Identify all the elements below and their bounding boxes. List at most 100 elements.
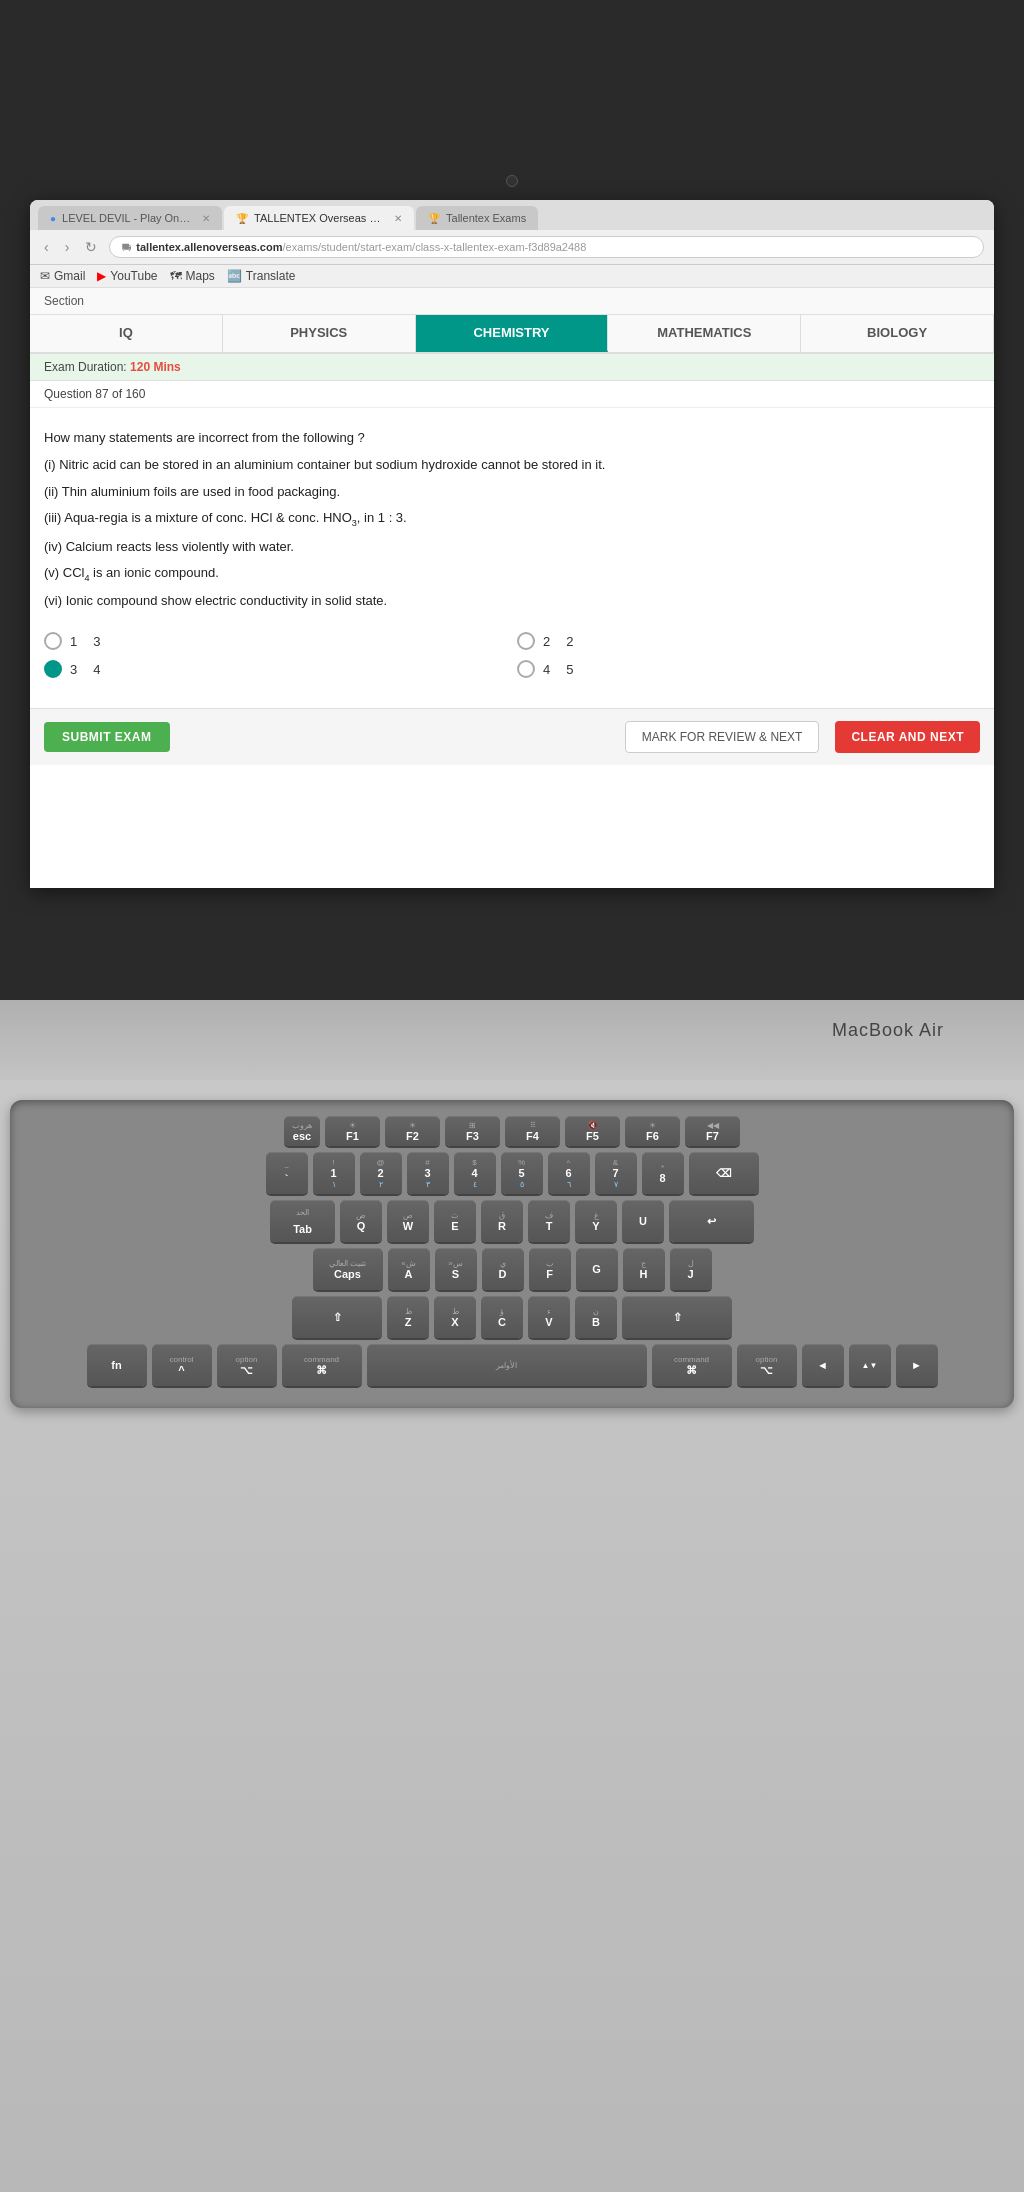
bookmark-gmail[interactable]: ✉ Gmail (40, 269, 85, 283)
refresh-button[interactable]: ↻ (81, 237, 101, 257)
key-j[interactable]: لJ (670, 1248, 712, 1290)
key-q[interactable]: ضQ (340, 1200, 382, 1242)
forward-button[interactable]: › (61, 237, 74, 257)
key-esc[interactable]: هروبesc (284, 1116, 320, 1146)
qwerty-key-row: الحدTab ضQ صW ثE قR فT غY U ↩ (22, 1200, 1002, 1242)
radio-option-1[interactable] (44, 632, 62, 650)
option-2-value: 2 (566, 634, 573, 649)
key-1[interactable]: !1١ (313, 1152, 355, 1194)
option-1-number: 1 (70, 634, 77, 649)
key-6[interactable]: ^6٦ (548, 1152, 590, 1194)
key-4[interactable]: $4٤ (454, 1152, 496, 1194)
question-body: How many statements are incorrect from t… (30, 408, 994, 698)
bookmark-maps[interactable]: 🗺 Maps (170, 269, 215, 283)
key-b[interactable]: نB (575, 1296, 617, 1338)
asdf-key-row: تثبيت العاليCaps «شA »سS يD بF G جH لJ (22, 1248, 1002, 1290)
key-f2[interactable]: ☀F2 (385, 1116, 440, 1146)
tab-level-devil[interactable]: ● LEVEL DEVIL - Play Online ✕ (38, 206, 222, 230)
key-w[interactable]: صW (387, 1200, 429, 1242)
tab-physics[interactable]: PHYSICS (223, 315, 416, 352)
key-3[interactable]: #3٣ (407, 1152, 449, 1194)
key-option-right[interactable]: option⌥ (737, 1344, 797, 1386)
tab-iq[interactable]: IQ (30, 315, 223, 352)
key-fn[interactable]: fn (87, 1344, 147, 1386)
key-5[interactable]: %5٥ (501, 1152, 543, 1194)
action-right: MARK FOR REVIEW & NEXT CLEAR AND NEXT (625, 721, 980, 753)
tab-biology[interactable]: BIOLOGY (801, 315, 994, 352)
key-shift-left[interactable]: ⇧ (292, 1296, 382, 1338)
tab-tallentex[interactable]: 🏆 TALLENTEX Overseas Exam ✕ (224, 206, 414, 230)
key-c[interactable]: ؤC (481, 1296, 523, 1338)
option-2[interactable]: 2 2 (517, 632, 980, 650)
tab-close-2[interactable]: ✕ (394, 213, 402, 224)
key-s[interactable]: »سS (435, 1248, 477, 1290)
maps-icon: 🗺 (170, 269, 182, 283)
key-shift-right[interactable]: ⇧ (622, 1296, 732, 1338)
key-right[interactable]: ► (896, 1344, 938, 1386)
mark-review-button[interactable]: MARK FOR REVIEW & NEXT (625, 721, 820, 753)
key-caps[interactable]: تثبيت العاليCaps (313, 1248, 383, 1290)
bookmarks-bar: ✉ Gmail ▶ YouTube 🗺 Maps 🔤 Translate (30, 265, 994, 288)
option-3-number: 3 (70, 662, 77, 677)
radio-option-4[interactable] (517, 660, 535, 678)
key-cmd-right[interactable]: command⌘ (652, 1344, 732, 1386)
key-f6[interactable]: ☀F6 (625, 1116, 680, 1146)
key-a[interactable]: «شA (388, 1248, 430, 1290)
key-8[interactable]: *8 (642, 1152, 684, 1194)
key-h[interactable]: جH (623, 1248, 665, 1290)
key-cmd-left[interactable]: command⌘ (282, 1344, 362, 1386)
key-y[interactable]: غY (575, 1200, 617, 1242)
question-text: How many statements are incorrect from t… (44, 428, 980, 612)
key-v[interactable]: ءV (528, 1296, 570, 1338)
key-ctrl[interactable]: control^ (152, 1344, 212, 1386)
url-domain: tallentex.allenoverseas.com (136, 241, 282, 253)
youtube-icon: ▶ (97, 269, 106, 283)
radio-option-2[interactable] (517, 632, 535, 650)
key-d[interactable]: يD (482, 1248, 524, 1290)
option-3[interactable]: 3 4 (44, 660, 507, 678)
key-g[interactable]: G (576, 1248, 618, 1290)
key-tab[interactable]: الحدTab (270, 1200, 335, 1242)
statement-5: (v) CCl4 is an ionic compound. (44, 563, 980, 585)
key-f7[interactable]: ◀◀F7 (685, 1116, 740, 1146)
option-1[interactable]: 1 3 (44, 632, 507, 650)
key-space[interactable]: الأوامر (367, 1344, 647, 1386)
action-bar: SUBMIT EXAM MARK FOR REVIEW & NEXT CLEAR… (30, 708, 994, 765)
key-u[interactable]: U (622, 1200, 664, 1242)
key-enter[interactable]: ↩ (669, 1200, 754, 1242)
key-backspace[interactable]: ⌫ (689, 1152, 759, 1194)
bookmark-translate[interactable]: 🔤 Translate (227, 269, 296, 283)
key-t[interactable]: فT (528, 1200, 570, 1242)
tab-bar: ● LEVEL DEVIL - Play Online ✕ 🏆 TALLENTE… (30, 200, 994, 230)
key-e[interactable]: ثE (434, 1200, 476, 1242)
back-button[interactable]: ‹ (40, 237, 53, 257)
submit-exam-button[interactable]: SUBMIT EXAM (44, 722, 170, 752)
key-f4[interactable]: ⠿F4 (505, 1116, 560, 1146)
key-r[interactable]: قR (481, 1200, 523, 1242)
key-left[interactable]: ◄ (802, 1344, 844, 1386)
option-4[interactable]: 4 5 (517, 660, 980, 678)
key-f5[interactable]: 🔇F5 (565, 1116, 620, 1146)
key-f3[interactable]: ⊞F3 (445, 1116, 500, 1146)
statement-1: (i) Nitric acid can be stored in an alum… (44, 455, 980, 476)
url-input[interactable]: ⛟ tallentex.allenoverseas.com/exams/stud… (109, 236, 984, 258)
key-option-left[interactable]: option⌥ (217, 1344, 277, 1386)
clear-next-button[interactable]: CLEAR AND NEXT (835, 721, 980, 753)
key-z[interactable]: ظZ (387, 1296, 429, 1338)
key-f[interactable]: بF (529, 1248, 571, 1290)
tab-mathematics[interactable]: MATHEMATICS (608, 315, 801, 352)
key-x[interactable]: طX (434, 1296, 476, 1338)
key-f1[interactable]: ☀F1 (325, 1116, 380, 1146)
key-tilde[interactable]: ~` (266, 1152, 308, 1194)
tab-chemistry[interactable]: CHEMISTRY (416, 315, 609, 352)
exam-content: Section IQ PHYSICS CHEMISTRY MATHEMATICS… (30, 288, 994, 888)
key-up-down[interactable]: ▲▼ (849, 1344, 891, 1386)
statement-2: (ii) Thin aluminium foils are used in fo… (44, 482, 980, 503)
tab-tallentex-exams[interactable]: 🏆 Tallentex Exams (416, 206, 538, 230)
radio-option-3[interactable] (44, 660, 62, 678)
key-7[interactable]: &7٧ (595, 1152, 637, 1194)
tab-close-1[interactable]: ✕ (202, 213, 210, 224)
bookmark-youtube[interactable]: ▶ YouTube (97, 269, 157, 283)
statement-6: (vi) Ionic compound show electric conduc… (44, 591, 980, 612)
key-2[interactable]: @2٢ (360, 1152, 402, 1194)
